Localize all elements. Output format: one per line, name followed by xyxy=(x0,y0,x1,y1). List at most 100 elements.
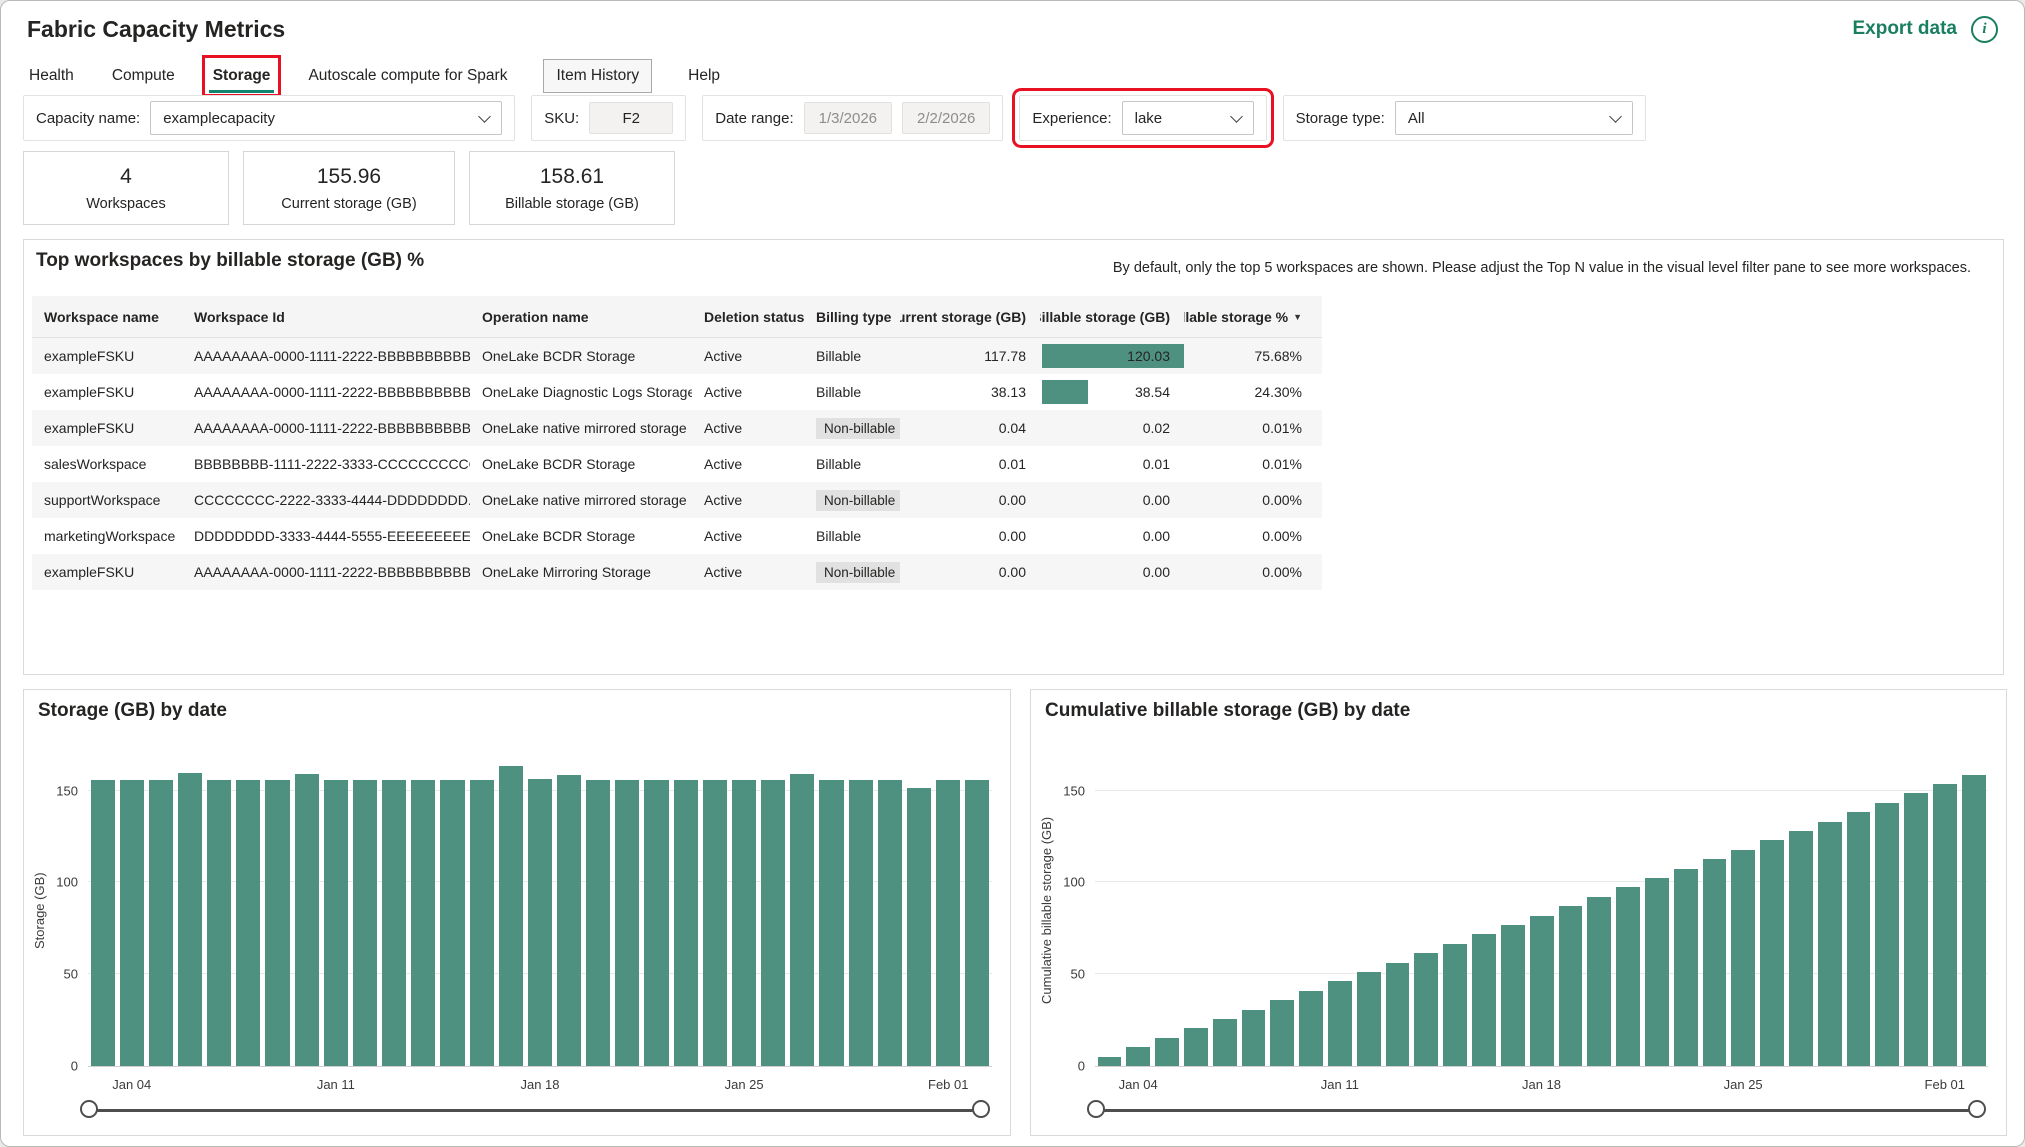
bar-jan-30[interactable] xyxy=(877,779,902,1066)
slider-track[interactable] xyxy=(88,1109,982,1112)
bar-jan-24[interactable] xyxy=(1702,859,1727,1066)
bar-jan-21[interactable] xyxy=(1616,887,1640,1066)
date-range-slider[interactable] xyxy=(1087,1099,1986,1121)
bar-jan-14[interactable] xyxy=(1414,953,1439,1066)
bar-feb-01[interactable] xyxy=(936,779,961,1066)
bar-jan-28[interactable] xyxy=(1817,821,1842,1066)
capacity-name-dropdown[interactable]: examplecapacity xyxy=(150,101,503,135)
bar-jan-19[interactable] xyxy=(557,774,582,1066)
bar-jan-08[interactable] xyxy=(236,779,261,1066)
table-row-5[interactable]: supportWorkspace CCCCCCCC-2222-3333-4444-… xyxy=(32,482,1322,518)
bar-jan-04[interactable] xyxy=(1126,1047,1151,1066)
bar-jan-25[interactable] xyxy=(731,779,757,1066)
bar-jan-19[interactable] xyxy=(1558,906,1583,1066)
bar-jan-17[interactable] xyxy=(498,766,523,1066)
bar-jan-13[interactable] xyxy=(382,779,407,1066)
bar-jan-12[interactable] xyxy=(1356,972,1381,1066)
bar-feb-02[interactable] xyxy=(1961,774,1986,1066)
export-data-button[interactable]: Export data xyxy=(1852,18,1957,40)
info-icon[interactable]: i xyxy=(1971,15,1998,43)
bar-jan-05[interactable] xyxy=(1155,1037,1179,1066)
bar-jan-20[interactable] xyxy=(1587,896,1612,1066)
slider-handle-left[interactable] xyxy=(1087,1100,1105,1118)
table-body: exampleFSKU AAAAAAAA-0000-1111-2222-BBBBB… xyxy=(32,338,1322,590)
experience-value: lake xyxy=(1134,109,1163,127)
bar-jan-18[interactable] xyxy=(1529,915,1554,1066)
tab-storage[interactable]: Storage xyxy=(201,55,282,97)
bar-jan-25[interactable] xyxy=(1731,849,1756,1066)
bar-jan-08[interactable] xyxy=(1241,1009,1266,1066)
storage-type-dropdown[interactable]: All xyxy=(1394,101,1633,135)
bar-jan-10[interactable] xyxy=(294,774,319,1066)
bar-jan-15[interactable] xyxy=(1443,943,1468,1066)
bar-jan-22[interactable] xyxy=(644,779,669,1066)
column-header-current-storage-gb-[interactable]: Current storage (GB) xyxy=(900,296,1040,337)
bar-jan-13[interactable] xyxy=(1385,962,1410,1066)
bar-jan-31[interactable] xyxy=(1904,793,1929,1066)
bar-jan-27[interactable] xyxy=(1789,830,1813,1066)
table-row-4[interactable]: salesWorkspace BBBBBBBB-1111-2222-3333-CC… xyxy=(32,446,1322,482)
bar-feb-01[interactable] xyxy=(1933,783,1957,1066)
slider-handle-right[interactable] xyxy=(972,1100,990,1118)
bar-jan-16[interactable] xyxy=(469,779,494,1066)
bar-jan-06[interactable] xyxy=(1183,1028,1208,1066)
bar-jan-07[interactable] xyxy=(207,779,232,1066)
bar-jan-29[interactable] xyxy=(848,779,873,1066)
experience-dropdown[interactable]: lake xyxy=(1121,101,1254,135)
bar-jan-30[interactable] xyxy=(1875,802,1900,1066)
table-row-7[interactable]: exampleFSKU AAAAAAAA-0000-1111-2222-BBBBB… xyxy=(32,554,1322,590)
bar-jan-11[interactable] xyxy=(1328,981,1352,1066)
bar-jan-24[interactable] xyxy=(702,779,727,1066)
column-header-billable-storage-gb-[interactable]: Billable storage (GB) xyxy=(1040,296,1184,337)
slider-handle-left[interactable] xyxy=(80,1100,98,1118)
bar-jan-09[interactable] xyxy=(1270,1000,1295,1066)
bar-jan-11[interactable] xyxy=(323,779,348,1066)
tab-health[interactable]: Health xyxy=(27,64,76,88)
table-row-2[interactable]: exampleFSKU AAAAAAAA-0000-1111-2222-BBBBB… xyxy=(32,374,1322,410)
bar-jan-21[interactable] xyxy=(615,779,640,1066)
bar-jan-16[interactable] xyxy=(1472,934,1496,1066)
bar-jan-28[interactable] xyxy=(819,779,844,1066)
table-row-6[interactable]: marketingWorkspace DDDDDDDD-3333-4444-555… xyxy=(32,518,1322,554)
bar-jan-12[interactable] xyxy=(352,779,378,1066)
bar-jan-23[interactable] xyxy=(673,779,698,1066)
bar-jan-31[interactable] xyxy=(906,788,932,1066)
slider-track[interactable] xyxy=(1095,1109,1978,1112)
table-row-3[interactable]: exampleFSKU AAAAAAAA-0000-1111-2222-BBBBB… xyxy=(32,410,1322,446)
bar-jan-26[interactable] xyxy=(761,779,786,1066)
bar-jan-15[interactable] xyxy=(440,779,465,1066)
bar-jan-29[interactable] xyxy=(1846,812,1871,1066)
bar-jan-03[interactable] xyxy=(1097,1056,1122,1066)
bar-feb-02[interactable] xyxy=(965,779,990,1066)
date-start-input[interactable]: 1/3/2026 xyxy=(803,102,893,134)
date-range-slider[interactable] xyxy=(80,1099,990,1121)
bar-jan-20[interactable] xyxy=(586,779,611,1066)
bar-jan-23[interactable] xyxy=(1673,868,1698,1066)
bar-jan-18[interactable] xyxy=(527,778,552,1066)
bar-jan-04[interactable] xyxy=(119,779,144,1066)
tab-compute[interactable]: Compute xyxy=(110,64,177,88)
bar-jan-06[interactable] xyxy=(177,773,203,1066)
date-end-input[interactable]: 2/2/2026 xyxy=(902,102,991,134)
bar-jan-03[interactable] xyxy=(90,779,115,1066)
bar-jan-27[interactable] xyxy=(790,774,815,1066)
column-header-billable-storage-[interactable]: Billable storage %▼ xyxy=(1184,296,1316,337)
table-row-1[interactable]: exampleFSKU AAAAAAAA-0000-1111-2222-BBBBB… xyxy=(32,338,1322,374)
column-header-deletion-status[interactable]: Deletion status xyxy=(692,296,804,337)
column-header-workspace-id[interactable]: Workspace Id xyxy=(182,296,470,337)
tab-help[interactable]: Help xyxy=(686,64,722,88)
tab-autoscale-compute-for-spark[interactable]: Autoscale compute for Spark xyxy=(306,64,509,88)
bar-jan-17[interactable] xyxy=(1500,925,1525,1066)
column-header-operation-name[interactable]: Operation name xyxy=(470,296,692,337)
bar-jan-26[interactable] xyxy=(1760,840,1784,1066)
bar-jan-14[interactable] xyxy=(411,779,436,1066)
column-header-workspace-name[interactable]: Workspace name xyxy=(32,296,182,337)
bar-jan-07[interactable] xyxy=(1212,1019,1237,1066)
bar-jan-09[interactable] xyxy=(265,779,290,1066)
bar-jan-22[interactable] xyxy=(1644,877,1669,1066)
tab-item-history[interactable]: Item History xyxy=(543,59,653,93)
bar-jan-10[interactable] xyxy=(1299,990,1323,1066)
bar-jan-05[interactable] xyxy=(148,779,173,1066)
column-header-billing-type[interactable]: Billing type xyxy=(804,296,900,337)
slider-handle-right[interactable] xyxy=(1968,1100,1986,1118)
